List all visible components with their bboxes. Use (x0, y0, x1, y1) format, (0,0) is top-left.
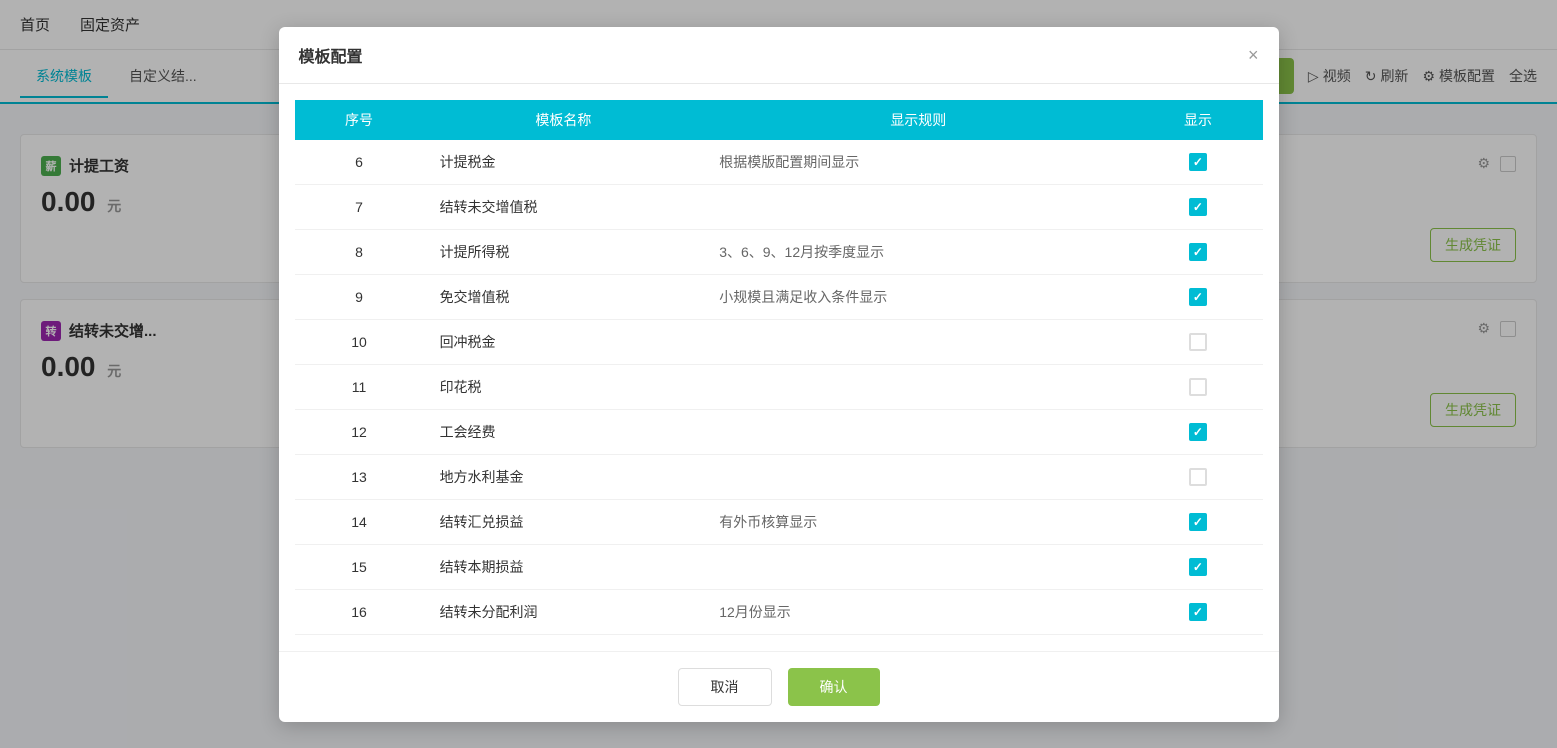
cell-row-display (1133, 319, 1262, 364)
cell-row-rule: 3、6、9、12月按季度显示 (703, 229, 1133, 274)
cell-row-rule (703, 454, 1133, 499)
table-row: 14结转汇兑损益有外币核算显示 (295, 499, 1263, 544)
cell-row-rule: 根据模版配置期间显示 (703, 140, 1133, 185)
checkbox-row-15[interactable] (1189, 558, 1207, 576)
col-header-display: 显示 (1133, 100, 1262, 140)
confirm-button[interactable]: 确认 (788, 668, 880, 706)
table-row: 12工会经费 (295, 409, 1263, 454)
table-row: 11印花税 (295, 364, 1263, 409)
cell-row-rule (703, 319, 1133, 364)
cell-row-display (1133, 544, 1262, 589)
cell-row-display (1133, 499, 1262, 544)
cell-row-id: 9 (295, 274, 424, 319)
cell-row-id: 15 (295, 544, 424, 589)
cell-row-name: 计提税金 (424, 140, 704, 185)
cell-row-rule (703, 184, 1133, 229)
cell-row-name: 工会经费 (424, 409, 704, 454)
cell-row-display (1133, 589, 1262, 634)
checkbox-row-14[interactable] (1189, 513, 1207, 531)
cell-row-rule: 12月份显示 (703, 589, 1133, 634)
cell-row-id: 7 (295, 184, 424, 229)
cell-row-name: 结转未交增值税 (424, 184, 704, 229)
table-row: 7结转未交增值税 (295, 184, 1263, 229)
table-row: 6计提税金根据模版配置期间显示 (295, 140, 1263, 185)
checkbox-row-13[interactable] (1189, 468, 1207, 486)
checkbox-row-7[interactable] (1189, 198, 1207, 216)
cancel-button[interactable]: 取消 (678, 668, 772, 706)
modal-close-button[interactable]: × (1248, 46, 1259, 64)
config-table: 序号 模板名称 显示规则 显示 6计提税金根据模版配置期间显示7结转未交增值税8… (295, 100, 1263, 635)
modal-body: 序号 模板名称 显示规则 显示 6计提税金根据模版配置期间显示7结转未交增值税8… (279, 84, 1279, 651)
cell-row-display (1133, 364, 1262, 409)
checkbox-row-6[interactable] (1189, 153, 1207, 171)
cell-row-rule (703, 409, 1133, 454)
checkbox-row-9[interactable] (1189, 288, 1207, 306)
cell-row-display (1133, 454, 1262, 499)
checkbox-row-16[interactable] (1189, 603, 1207, 621)
table-row: 13地方水利基金 (295, 454, 1263, 499)
cell-row-display (1133, 184, 1262, 229)
cell-row-name: 地方水利基金 (424, 454, 704, 499)
table-row: 15结转本期损益 (295, 544, 1263, 589)
modal-template-config: 模板配置 × 序号 模板名称 显示规则 显示 6计提税金根据模版配置期间显示7结… (279, 27, 1279, 722)
table-header-row: 序号 模板名称 显示规则 显示 (295, 100, 1263, 140)
cell-row-id: 6 (295, 140, 424, 185)
cell-row-name: 结转未分配利润 (424, 589, 704, 634)
cell-row-rule: 小规模且满足收入条件显示 (703, 274, 1133, 319)
cell-row-id: 11 (295, 364, 424, 409)
modal-footer: 取消 确认 (279, 651, 1279, 722)
cell-row-display (1133, 140, 1262, 185)
cell-row-rule: 有外币核算显示 (703, 499, 1133, 544)
cell-row-name: 结转本期损益 (424, 544, 704, 589)
checkbox-row-8[interactable] (1189, 243, 1207, 261)
modal-overlay: 模板配置 × 序号 模板名称 显示规则 显示 6计提税金根据模版配置期间显示7结… (0, 0, 1557, 748)
cell-row-rule (703, 364, 1133, 409)
modal-header: 模板配置 × (279, 27, 1279, 84)
cell-row-id: 8 (295, 229, 424, 274)
checkbox-row-12[interactable] (1189, 423, 1207, 441)
col-header-id: 序号 (295, 100, 424, 140)
col-header-name: 模板名称 (424, 100, 704, 140)
col-header-rule: 显示规则 (703, 100, 1133, 140)
cell-row-name: 回冲税金 (424, 319, 704, 364)
cell-row-name: 免交增值税 (424, 274, 704, 319)
cell-row-id: 16 (295, 589, 424, 634)
cell-row-display (1133, 229, 1262, 274)
table-row: 10回冲税金 (295, 319, 1263, 364)
cell-row-rule (703, 544, 1133, 589)
cell-row-id: 13 (295, 454, 424, 499)
cell-row-name: 结转汇兑损益 (424, 499, 704, 544)
cell-row-display (1133, 409, 1262, 454)
cell-row-name: 计提所得税 (424, 229, 704, 274)
checkbox-row-10[interactable] (1189, 333, 1207, 351)
table-row: 9免交增值税小规模且满足收入条件显示 (295, 274, 1263, 319)
cell-row-id: 10 (295, 319, 424, 364)
checkbox-row-11[interactable] (1189, 378, 1207, 396)
table-body: 6计提税金根据模版配置期间显示7结转未交增值税8计提所得税3、6、9、12月按季… (295, 140, 1263, 635)
modal-title: 模板配置 (299, 43, 363, 67)
table-row: 16结转未分配利润12月份显示 (295, 589, 1263, 634)
cell-row-name: 印花税 (424, 364, 704, 409)
cell-row-display (1133, 274, 1262, 319)
cell-row-id: 12 (295, 409, 424, 454)
cell-row-id: 14 (295, 499, 424, 544)
table-row: 8计提所得税3、6、9、12月按季度显示 (295, 229, 1263, 274)
